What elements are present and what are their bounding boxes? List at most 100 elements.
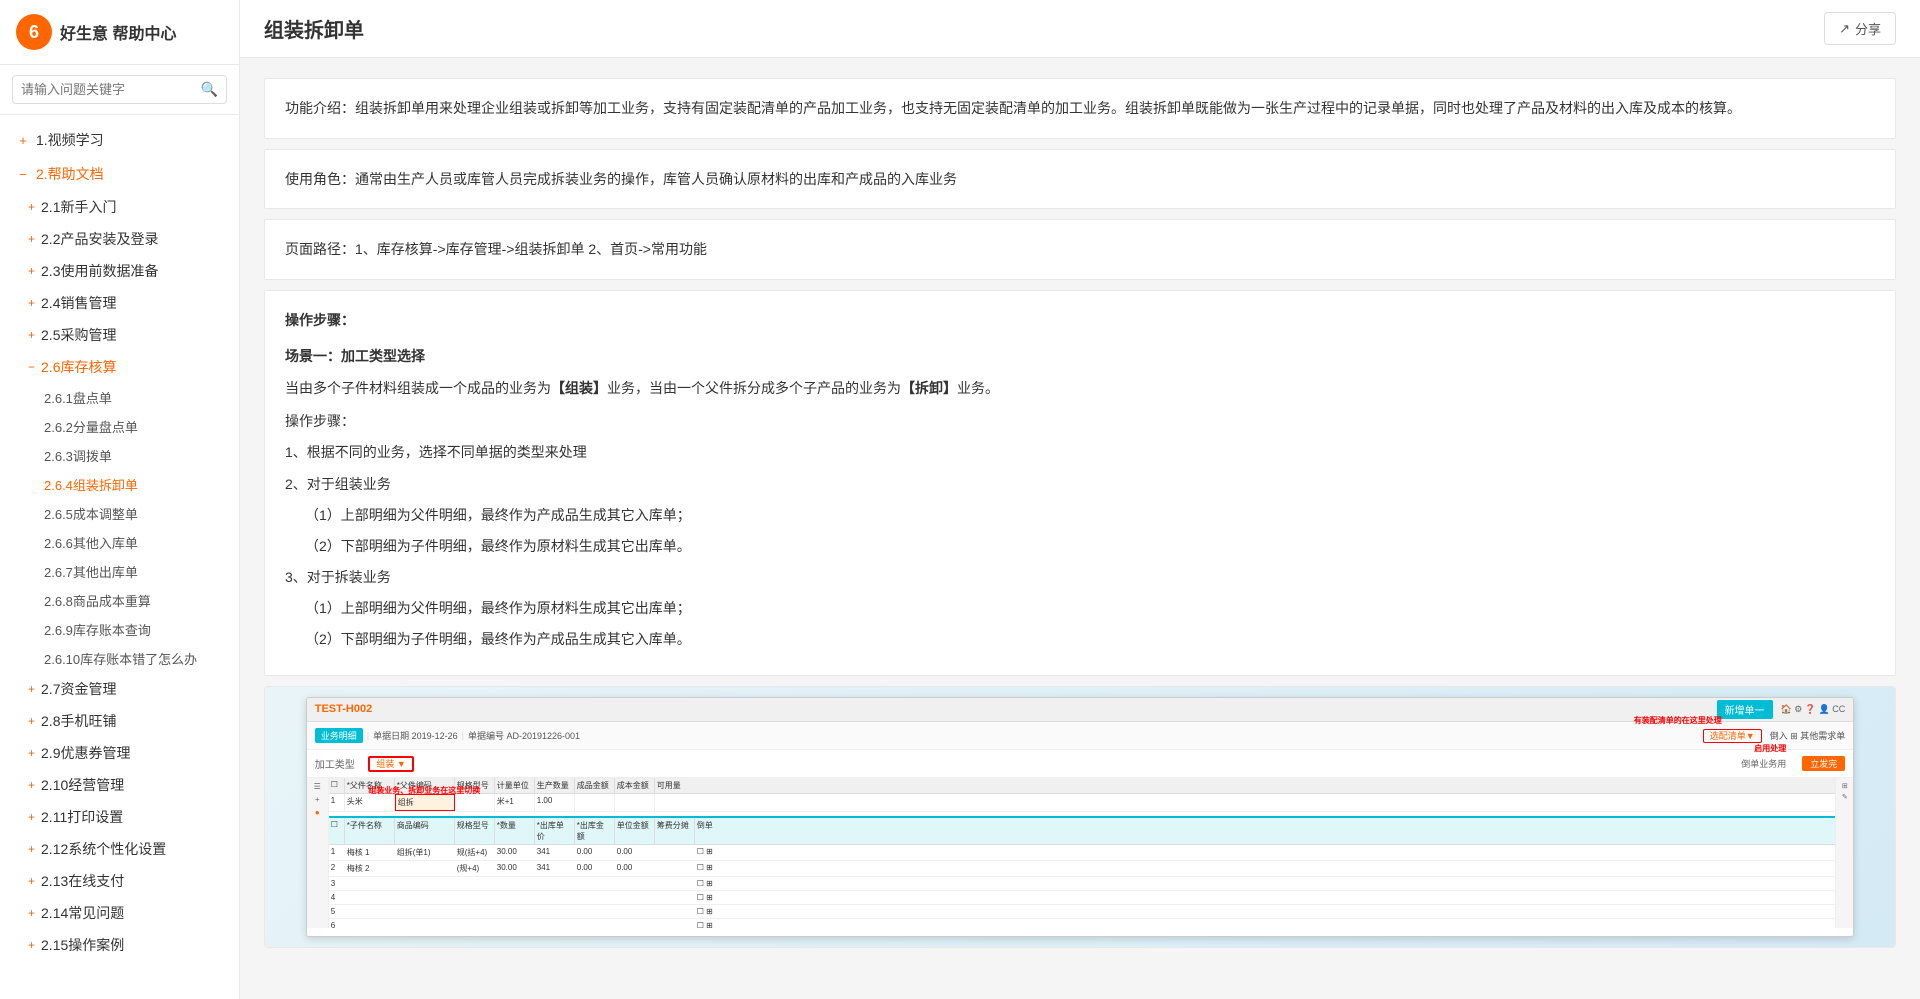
sim-table: ☐ *父件名称 *父件编码 规格型号 计量单位 生产数量 成品金额 成本金额 可… bbox=[329, 778, 1836, 928]
sidebar-item-purchase[interactable]: + 2.5采购管理 bbox=[0, 319, 239, 351]
sidebar-leaf-269[interactable]: 2.6.9库存账本查询 bbox=[0, 615, 239, 644]
sidebar-item-data-prep[interactable]: + 2.3使用前数据准备 bbox=[0, 255, 239, 287]
sim-process-label: 倒单业务用 bbox=[1741, 759, 1786, 769]
sim-type-btn: 组装 ▼ bbox=[368, 756, 413, 772]
steps-heading: 操作步骤： bbox=[285, 307, 1875, 334]
sim-lower-row4: 4 ☐ ⊞ bbox=[329, 891, 1836, 905]
sidebar-label-s27: 2.7资金管理 bbox=[41, 679, 116, 699]
plus-icon-s22: + bbox=[28, 232, 35, 246]
sim-table-area: ☰ + ● ☐ *父件名称 *父件编码 规格型号 bbox=[307, 778, 1854, 928]
search-input[interactable] bbox=[21, 82, 201, 97]
plus-icon-s211: + bbox=[28, 810, 35, 824]
sidebar-label-s28: 2.8手机旺铺 bbox=[41, 711, 116, 731]
sidebar-leaf-261[interactable]: 2.6.1盘点单 bbox=[0, 383, 239, 412]
sim-process-area: 倒单业务用 启用处理 bbox=[1741, 757, 1786, 770]
sim-icon3: ● bbox=[315, 808, 320, 817]
sidebar-item-install[interactable]: + 2.2产品安装及登录 bbox=[0, 223, 239, 255]
sidebar-label-s22: 2.2产品安装及登录 bbox=[41, 229, 158, 249]
annotation-bom: 有装配清单的在这里处理 bbox=[1634, 715, 1722, 726]
sidebar-item-payment[interactable]: + 2.13在线支付 bbox=[0, 865, 239, 897]
plus-icon-s1: + bbox=[16, 133, 30, 148]
sim-side-icons: ☰ + ● bbox=[307, 778, 329, 928]
step2-sub2: （2）下部明细为子件明细，最终作为原材料生成其它出库单。 bbox=[305, 534, 1875, 559]
sidebar-item-video-learning[interactable]: + 1.视频学习 bbox=[0, 123, 239, 157]
sim-icons: 🏠 ⚙ ❓ 👤 CC bbox=[1781, 704, 1846, 715]
simulated-screen: TEST-H002 新增单一 🏠 ⚙ ❓ 👤 CC 业务明细 | 单据日期 20… bbox=[306, 697, 1855, 937]
sim-right-icon1: ⊞ bbox=[1842, 782, 1848, 790]
sidebar-item-faq[interactable]: + 2.14常见问题 bbox=[0, 897, 239, 929]
sim-type-row: 加工类型 组装 ▼ 组装业务、拆卸业务在这里切换 倒单业务用 启用处理 立发完 bbox=[307, 750, 1854, 778]
sim-bom-area: 选配清单▼ 有装配清单的在这里处理 bbox=[1703, 729, 1762, 742]
sim-type-btn-area: 组装 ▼ 组装业务、拆卸业务在这里切换 bbox=[368, 757, 413, 770]
nav-section-2: − 2.帮助文档 + 2.1新手入门 + 2.2产品安装及登录 + 2.3使用前… bbox=[0, 157, 239, 961]
sim-toolbar-btn1: 业务明细 bbox=[315, 728, 363, 743]
sidebar-label-s214: 2.14常见问题 bbox=[41, 903, 124, 923]
sidebar-label-s29: 2.9优惠券管理 bbox=[41, 743, 130, 763]
sidebar-item-custom[interactable]: + 2.12系统个性化设置 bbox=[0, 833, 239, 865]
step2-sub1: （1）上部明细为父件明细，最终作为产成品生成其它入库单； bbox=[305, 503, 1875, 528]
breadcrumb-section: 页面路径：1、库存核算->库存管理->组装拆卸单 2、首页->常用功能 bbox=[264, 219, 1896, 280]
plus-icon-s213: + bbox=[28, 874, 35, 888]
intro-text-2: 使用角色：通常由生产人员或库管人员完成拆装业务的操作，库管人员确认原材料的出库和… bbox=[285, 166, 1875, 193]
sidebar-item-coupon[interactable]: + 2.9优惠券管理 bbox=[0, 737, 239, 769]
sidebar-item-mobile[interactable]: + 2.8手机旺铺 bbox=[0, 705, 239, 737]
share-icon: ↗ bbox=[1839, 21, 1850, 37]
sidebar-item-new-user[interactable]: + 2.1新手入门 bbox=[0, 191, 239, 223]
sidebar-item-management[interactable]: + 2.10经营管理 bbox=[0, 769, 239, 801]
step1: 1、根据不同的业务，选择不同单据的类型来处理 bbox=[285, 440, 1875, 465]
sidebar-item-sales[interactable]: + 2.4销售管理 bbox=[0, 287, 239, 319]
sidebar-label-s26: 2.6库存核算 bbox=[41, 357, 116, 377]
sidebar-item-cases[interactable]: + 2.15操作案例 bbox=[0, 929, 239, 961]
sim-header: TEST-H002 新增单一 🏠 ⚙ ❓ 👤 CC bbox=[307, 698, 1854, 722]
main-panel: 组装拆卸单 ↗ 分享 功能介绍：组装拆卸单用来处理企业组装或拆卸等加工业务，支持… bbox=[240, 0, 1920, 999]
steps-label-2: 操作步骤： bbox=[285, 409, 1875, 434]
sidebar-item-print[interactable]: + 2.11打印设置 bbox=[0, 801, 239, 833]
breadcrumb: 页面路径：1、库存核算->库存管理->组装拆卸单 2、首页->常用功能 bbox=[285, 236, 1875, 263]
step2: 2、对于组装业务 bbox=[285, 472, 1875, 497]
intro-section-1: 功能介绍：组装拆卸单用来处理企业组装或拆卸等加工业务，支持有固定装配清单的产品加… bbox=[264, 78, 1896, 139]
sim-upper-row1: 1 头米 组拆 米+1 1.00 bbox=[329, 794, 1836, 812]
sidebar-leaf-265[interactable]: 2.6.5成本调整单 bbox=[0, 499, 239, 528]
sim-right-icon2: ✎ bbox=[1842, 793, 1848, 801]
plus-icon-s215: + bbox=[28, 938, 35, 952]
sidebar-item-help-docs[interactable]: − 2.帮助文档 bbox=[0, 157, 239, 191]
sidebar-leaf-267[interactable]: 2.6.7其他出库单 bbox=[0, 557, 239, 586]
sim-lower-row2: 2 梅核 2 (规+4) 30.00 341 0.00 0.00 ☐ ⊞ bbox=[329, 861, 1836, 877]
sim-lower-header: ☐ *子件名称 商品编码 规格型号 *数量 *出库单价 *出库金额 单位金额 筹… bbox=[329, 816, 1836, 845]
screenshot-container: TEST-H002 新增单一 🏠 ⚙ ❓ 👤 CC 业务明细 | 单据日期 20… bbox=[264, 686, 1896, 948]
search-button[interactable]: 🔍 bbox=[201, 81, 218, 98]
sidebar-leaf-263[interactable]: 2.6.3调拨单 bbox=[0, 441, 239, 470]
sidebar-item-inventory[interactable]: − 2.6库存核算 bbox=[0, 351, 239, 383]
sim-toolbar-sep2: | bbox=[462, 730, 464, 740]
sidebar-leaf-266[interactable]: 2.6.6其他入库单 bbox=[0, 528, 239, 557]
logo-text: 好生意 帮助中心 bbox=[60, 20, 176, 44]
sidebar-leaf-2610[interactable]: 2.6.10库存账本错了怎么办 bbox=[0, 644, 239, 673]
sidebar-leaf-264[interactable]: 2.6.4组装拆卸单 bbox=[0, 470, 239, 499]
sim-toolbar-btn2: 倒入 ⊞ 其他需求单 bbox=[1770, 729, 1846, 742]
sidebar-label-s2: 2.帮助文档 bbox=[36, 164, 104, 184]
step3-sub1: （1）上部明细为父件明细，最终作为原材料生成其它出库单； bbox=[305, 596, 1875, 621]
sidebar-leaf-262[interactable]: 2.6.2分量盘点单 bbox=[0, 412, 239, 441]
minus-icon-s26: − bbox=[28, 360, 35, 374]
sidebar-item-finance[interactable]: + 2.7资金管理 bbox=[0, 673, 239, 705]
share-button[interactable]: ↗ 分享 bbox=[1824, 12, 1896, 45]
sidebar-label-s213: 2.13在线支付 bbox=[41, 871, 124, 891]
sim-type-label: 加工类型 bbox=[315, 756, 361, 771]
sim-icon2: + bbox=[315, 795, 320, 804]
sidebar-leaf-268[interactable]: 2.6.8商品成本重算 bbox=[0, 586, 239, 615]
intro-text-1: 功能介绍：组装拆卸单用来处理企业组装或拆卸等加工业务，支持有固定装配清单的产品加… bbox=[285, 95, 1875, 122]
plus-icon-s21: + bbox=[28, 200, 35, 214]
sidebar-label-s212: 2.12系统个性化设置 bbox=[41, 839, 166, 859]
sim-date-label: 单据日期 2019-12-26 bbox=[373, 729, 458, 742]
nav-tree: + 1.视频学习 − 2.帮助文档 + 2.1新手入门 + 2.2产品安装及登录 bbox=[0, 115, 239, 999]
sidebar-label-s211: 2.11打印设置 bbox=[41, 807, 123, 827]
logo-area: 6 好生意 帮助中心 bbox=[0, 0, 239, 65]
top-bar: 组装拆卸单 ↗ 分享 bbox=[240, 0, 1920, 58]
plus-icon-s25: + bbox=[28, 328, 35, 342]
sidebar-label-s24: 2.4销售管理 bbox=[41, 293, 116, 313]
search-area: 🔍 bbox=[0, 65, 239, 115]
step3-sub2: （2）下部明细为子件明细，最终作为产成品生成其它入库单。 bbox=[305, 627, 1875, 652]
sim-lower-row5: 5 ☐ ⊞ bbox=[329, 905, 1836, 919]
sim-bom-btn: 选配清单▼ bbox=[1703, 729, 1762, 743]
sim-lower-row1: 1 梅核 1 组拆(单1) 规(括+4) 30.00 341 0.00 0.00… bbox=[329, 845, 1836, 861]
